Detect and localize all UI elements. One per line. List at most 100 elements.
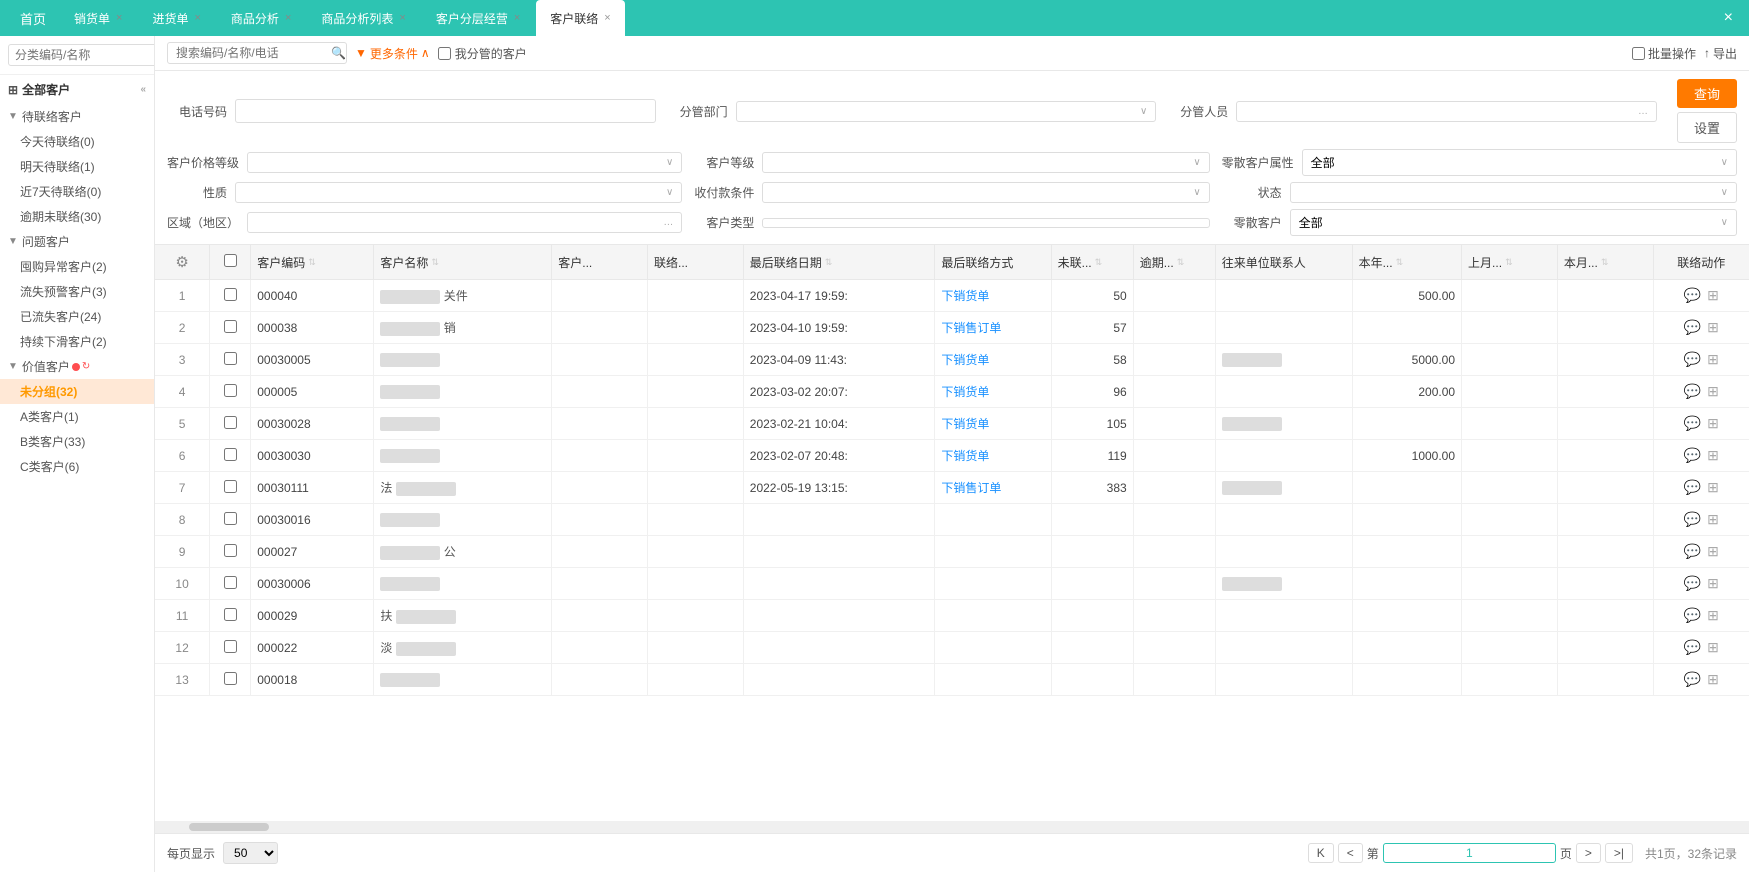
row-checkbox-cell[interactable]	[210, 408, 251, 440]
sidebar-item-tomorrow[interactable]: 明天待联络(1)	[0, 154, 154, 179]
close-sales-tab[interactable]: ×	[116, 12, 122, 24]
close-product-tab[interactable]: ×	[285, 12, 291, 24]
retail-customer-select[interactable]: 全部 ∨	[1290, 209, 1737, 236]
sidebar-item-hoarding[interactable]: 囤购异常客户(2)	[0, 254, 154, 279]
refresh-icon[interactable]: ↻	[82, 361, 90, 372]
main-search-input[interactable]	[176, 46, 331, 60]
group-value-customers[interactable]: ▼ 价值客户 ↻	[0, 354, 154, 379]
region-more-icon[interactable]: …	[663, 217, 673, 228]
row-checkbox[interactable]	[224, 384, 237, 397]
close-segment-tab[interactable]: ×	[514, 12, 520, 24]
group-problem-customers[interactable]: ▼ 问题客户	[0, 229, 154, 254]
row-checkbox-cell[interactable]	[210, 312, 251, 344]
sidebar-item-today[interactable]: 今天待联络(0)	[0, 129, 154, 154]
main-search-icon[interactable]: 🔍	[331, 46, 346, 60]
sort-this-month[interactable]: 本月... ⇅	[1564, 254, 1647, 271]
method-link[interactable]: 下销售订单	[941, 321, 1001, 335]
qr-icon[interactable]: ⊞	[1707, 287, 1719, 304]
close-list-tab[interactable]: ×	[399, 12, 405, 24]
settings-gear-icon[interactable]: ⚙	[175, 254, 188, 271]
row-checkbox[interactable]	[224, 512, 237, 525]
qr-icon[interactable]: ⊞	[1707, 415, 1719, 432]
qr-icon[interactable]: ⊞	[1707, 319, 1719, 336]
th-select-all[interactable]	[210, 245, 251, 280]
message-icon[interactable]: 💬	[1684, 351, 1701, 368]
close-contact-tab[interactable]: ×	[604, 12, 610, 24]
row-checkbox-cell[interactable]	[210, 536, 251, 568]
row-checkbox[interactable]	[224, 608, 237, 621]
message-icon[interactable]: 💬	[1684, 287, 1701, 304]
first-page-button[interactable]: K	[1308, 843, 1334, 863]
sort-last-month[interactable]: 上月... ⇅	[1468, 254, 1551, 271]
row-checkbox-cell[interactable]	[210, 504, 251, 536]
message-icon[interactable]: 💬	[1684, 319, 1701, 336]
qr-icon[interactable]: ⊞	[1707, 671, 1719, 688]
group-waiting-contact[interactable]: ▼ 待联络客户	[0, 104, 154, 129]
nav-tab-purchase[interactable]: 进货单 ×	[138, 0, 214, 36]
person-more-icon[interactable]: …	[1638, 106, 1648, 117]
nav-tab-customer-segment[interactable]: 客户分层经营 ×	[422, 0, 534, 36]
qr-icon[interactable]: ⊞	[1707, 575, 1719, 592]
sort-year[interactable]: 本年... ⇅	[1359, 254, 1455, 271]
more-conditions-button[interactable]: ▼ 更多条件 ∧	[355, 45, 430, 62]
method-link[interactable]: 下销售订单	[941, 481, 1001, 495]
nav-home[interactable]: 首页	[8, 9, 58, 28]
qr-icon[interactable]: ⊞	[1707, 511, 1719, 528]
sidebar-search-input[interactable]	[8, 44, 155, 66]
method-link[interactable]: 下销货单	[941, 353, 989, 367]
row-checkbox-cell[interactable]	[210, 280, 251, 312]
qr-icon[interactable]: ⊞	[1707, 607, 1719, 624]
export-button[interactable]: ↑ 导出	[1704, 45, 1737, 62]
select-all-checkbox[interactable]	[224, 254, 237, 267]
message-icon[interactable]: 💬	[1684, 415, 1701, 432]
row-checkbox-cell[interactable]	[210, 472, 251, 504]
sort-uncontact[interactable]: 未联... ⇅	[1058, 254, 1127, 271]
nav-tab-product-analysis[interactable]: 商品分析 ×	[217, 0, 305, 36]
message-icon[interactable]: 💬	[1684, 543, 1701, 560]
reset-button[interactable]: 设置	[1677, 112, 1737, 143]
qr-icon[interactable]: ⊞	[1707, 383, 1719, 400]
last-page-button[interactable]: >|	[1605, 843, 1633, 863]
region-select[interactable]: …	[247, 212, 682, 233]
row-checkbox[interactable]	[224, 672, 237, 685]
row-checkbox[interactable]	[224, 416, 237, 429]
row-checkbox[interactable]	[224, 320, 237, 333]
next-page-button[interactable]: >	[1576, 843, 1601, 863]
row-checkbox[interactable]	[224, 448, 237, 461]
sidebar-item-7days[interactable]: 近7天待联络(0)	[0, 179, 154, 204]
sort-overdue[interactable]: 逾期... ⇅	[1140, 254, 1209, 271]
qr-icon[interactable]: ⊞	[1707, 351, 1719, 368]
row-checkbox-cell[interactable]	[210, 344, 251, 376]
batch-checkbox[interactable]	[1632, 47, 1645, 60]
message-icon[interactable]: 💬	[1684, 639, 1701, 656]
sort-name[interactable]: 客户名称 ⇅	[380, 254, 545, 271]
th-settings[interactable]: ⚙	[155, 245, 210, 280]
page-size-select[interactable]: 50 100 200	[223, 842, 278, 864]
method-link[interactable]: 下销货单	[941, 289, 989, 303]
collapse-icon[interactable]: «	[140, 84, 146, 95]
message-icon[interactable]: 💬	[1684, 383, 1701, 400]
row-checkbox-cell[interactable]	[210, 568, 251, 600]
horizontal-scrollbar[interactable]	[155, 821, 1749, 833]
status-select[interactable]: ∨	[1290, 182, 1737, 203]
row-checkbox[interactable]	[224, 544, 237, 557]
method-link[interactable]: 下销货单	[941, 385, 989, 399]
method-link[interactable]: 下销货单	[941, 449, 989, 463]
scroll-thumb[interactable]	[189, 823, 269, 831]
query-button[interactable]: 查询	[1677, 79, 1737, 108]
message-icon[interactable]: 💬	[1684, 511, 1701, 528]
row-checkbox-cell[interactable]	[210, 600, 251, 632]
close-purchase-tab[interactable]: ×	[194, 12, 200, 24]
qr-icon[interactable]: ⊞	[1707, 479, 1719, 496]
retail-attr-select[interactable]: 全部 ∨	[1302, 149, 1737, 176]
nav-tab-sales[interactable]: 销货单 ×	[60, 0, 136, 36]
sidebar-item-class-c[interactable]: C类客户(6)	[0, 454, 154, 479]
sidebar-item-unassigned[interactable]: 未分组(32)	[0, 379, 154, 404]
nav-tab-customer-contact[interactable]: 客户联络 ×	[536, 0, 624, 36]
message-icon[interactable]: 💬	[1684, 479, 1701, 496]
my-customers-checkbox[interactable]: 我分管的客户	[438, 45, 527, 62]
row-checkbox-cell[interactable]	[210, 632, 251, 664]
nav-tab-product-list[interactable]: 商品分析列表 ×	[307, 0, 419, 36]
method-link[interactable]: 下销货单	[941, 417, 989, 431]
row-checkbox[interactable]	[224, 288, 237, 301]
